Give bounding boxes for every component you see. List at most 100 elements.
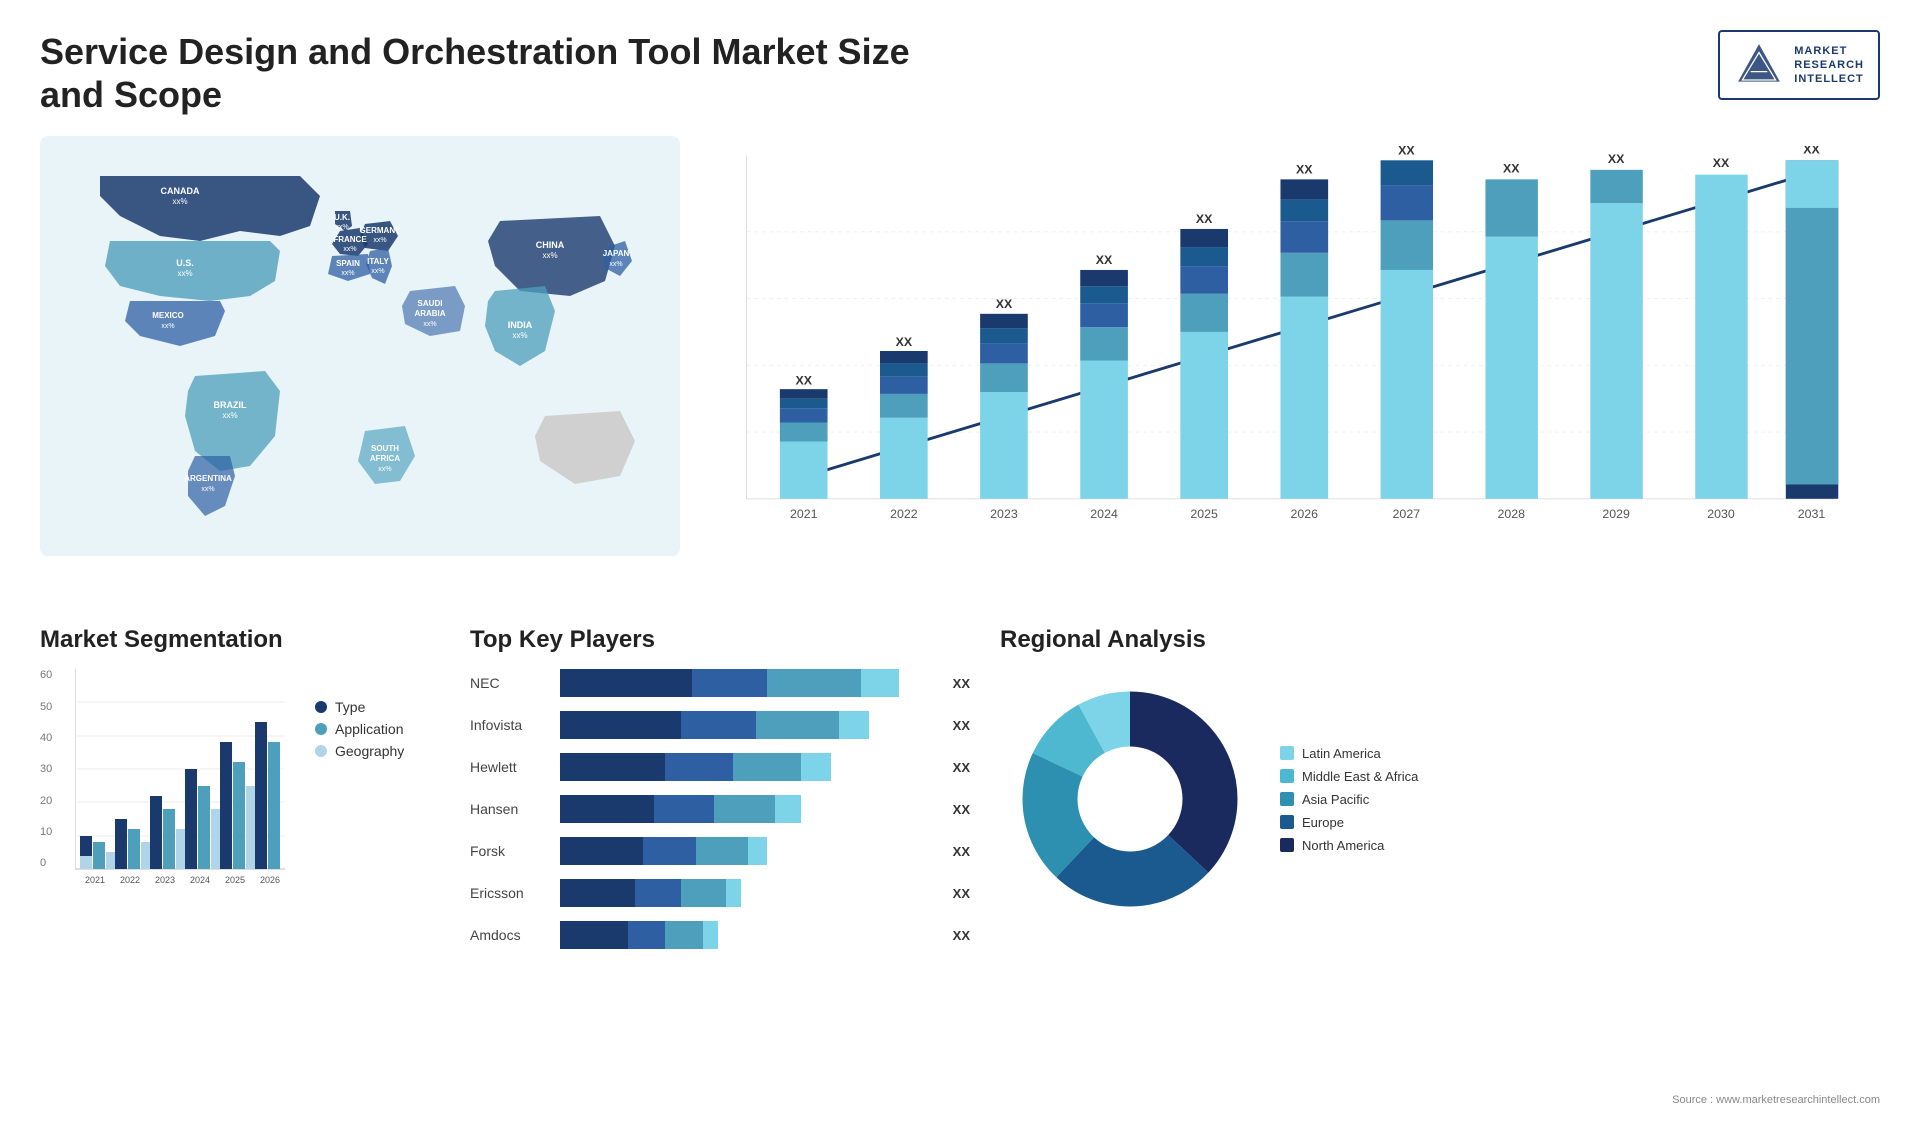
header: Service Design and Orchestration Tool Ma…: [40, 30, 1880, 116]
main-grid: CANADA xx% U.S. xx% MEXICO xx% BRAZIL xx…: [40, 136, 1880, 1086]
legend-application: Application: [315, 721, 404, 737]
svg-text:2021: 2021: [85, 875, 105, 885]
player-bar-seg4: [861, 669, 899, 697]
svg-text:ARABIA: ARABIA: [414, 309, 445, 318]
player-bar-seg2c: [665, 753, 733, 781]
player-bar-nec: [560, 669, 937, 697]
svg-text:xx%: xx%: [172, 197, 187, 206]
svg-text:U.K.: U.K.: [334, 213, 350, 222]
legend-label-europe: Europe: [1302, 815, 1344, 830]
svg-text:XX: XX: [1713, 156, 1730, 170]
player-row-amdocs: Amdocs XX: [470, 921, 970, 949]
svg-text:xx%: xx%: [341, 270, 354, 277]
svg-text:XX: XX: [996, 297, 1013, 311]
growth-chart-svg: XX 2021 XX 2022 XX 2023: [720, 146, 1860, 556]
player-bar-seg4b: [839, 711, 869, 739]
svg-text:ITALY: ITALY: [367, 257, 389, 266]
svg-text:JAPAN: JAPAN: [603, 249, 630, 258]
player-bar-seg1c: [560, 753, 665, 781]
legend-label-geography: Geography: [335, 743, 404, 759]
svg-text:BRAZIL: BRAZIL: [214, 400, 247, 410]
key-players-section: Top Key Players NEC XX Infovista: [470, 626, 970, 1086]
player-name-infovista: Infovista: [470, 717, 550, 733]
player-row-hewlett: Hewlett XX: [470, 753, 970, 781]
legend-dot-geography: [315, 745, 327, 757]
map-section: CANADA xx% U.S. xx% MEXICO xx% BRAZIL xx…: [40, 136, 680, 596]
legend-color-north-america: [1280, 838, 1294, 852]
logo-box: MARKET RESEARCH INTELLECT: [1718, 30, 1880, 100]
legend-type: Type: [315, 699, 404, 715]
player-name-hansen: Hansen: [470, 801, 550, 817]
player-row-ericsson: Ericsson XX: [470, 879, 970, 907]
bottom-grid: Market Segmentation 60 50 40 30 20 10 0: [40, 616, 1880, 1086]
player-bar-seg1f: [560, 879, 635, 907]
source-text: Source : www.marketresearchintellect.com: [1672, 1094, 1880, 1106]
player-xx-infovista: XX: [953, 718, 970, 733]
player-bar-seg2e: [643, 837, 696, 865]
player-xx-hansen: XX: [953, 802, 970, 817]
player-bar-seg4c: [801, 753, 831, 781]
legend-geography: Geography: [315, 743, 404, 759]
player-bar-seg2g: [628, 921, 666, 949]
player-bar-seg3d: [714, 795, 774, 823]
legend-label-north-america: North America: [1302, 838, 1384, 853]
svg-text:2031: 2031: [1798, 507, 1826, 521]
svg-text:xx%: xx%: [378, 466, 391, 473]
svg-text:ARGENTINA: ARGENTINA: [184, 474, 232, 483]
svg-text:2022: 2022: [120, 875, 140, 885]
svg-text:2021: 2021: [790, 507, 818, 521]
segmentation-section: Market Segmentation 60 50 40 30 20 10 0: [40, 626, 440, 1086]
legend-color-latin-america: [1280, 746, 1294, 760]
y-label-20: 20: [40, 795, 52, 807]
player-bar-seg3: [767, 669, 861, 697]
player-bar-seg1d: [560, 795, 654, 823]
svg-text:xx%: xx%: [335, 224, 348, 231]
legend-label-asia-pacific: Asia Pacific: [1302, 792, 1369, 807]
legend-label-type: Type: [335, 699, 365, 715]
player-xx-forsk: XX: [953, 844, 970, 859]
player-xx-amdocs: XX: [953, 928, 970, 943]
y-label-40: 40: [40, 732, 52, 744]
svg-text:xx%: xx%: [201, 486, 214, 493]
player-xx-ericsson: XX: [953, 886, 970, 901]
regional-title: Regional Analysis: [1000, 626, 1880, 654]
svg-text:2027: 2027: [1393, 507, 1421, 521]
player-name-amdocs: Amdocs: [470, 927, 550, 943]
key-players-title: Top Key Players: [470, 626, 970, 654]
logo-line1: MARKET: [1794, 44, 1864, 58]
player-xx-hewlett: XX: [953, 760, 970, 775]
player-bar-seg4d: [775, 795, 801, 823]
svg-text:2023: 2023: [990, 507, 1018, 521]
player-bar-hansen: [560, 795, 937, 823]
legend-color-mea: [1280, 769, 1294, 783]
svg-text:xx%: xx%: [343, 246, 356, 253]
page-container: Service Design and Orchestration Tool Ma…: [0, 0, 1920, 1146]
svg-text:xx%: xx%: [542, 251, 557, 260]
player-bar-seg1g: [560, 921, 628, 949]
svg-text:XX: XX: [1803, 146, 1820, 157]
svg-text:MEXICO: MEXICO: [152, 311, 184, 320]
y-label-30: 30: [40, 763, 52, 775]
svg-text:SOUTH: SOUTH: [371, 444, 399, 453]
svg-text:2026: 2026: [260, 875, 280, 885]
svg-text:XX: XX: [896, 336, 913, 350]
svg-text:xx%: xx%: [161, 323, 174, 330]
y-label-60: 60: [40, 669, 52, 681]
segmentation-title: Market Segmentation: [40, 626, 440, 654]
legend-europe: Europe: [1280, 815, 1418, 830]
player-bar-seg1: [560, 669, 692, 697]
legend-mea: Middle East & Africa: [1280, 769, 1418, 784]
player-name-hewlett: Hewlett: [470, 759, 550, 775]
player-bar-seg3g: [665, 921, 703, 949]
svg-text:XX: XX: [1296, 163, 1313, 177]
donut-legend: Latin America Middle East & Africa Asia …: [1280, 746, 1418, 853]
player-bar-seg2: [692, 669, 767, 697]
legend-color-europe: [1280, 815, 1294, 829]
svg-text:xx%: xx%: [222, 411, 237, 420]
svg-text:2030: 2030: [1707, 507, 1735, 521]
legend-dot-type: [315, 701, 327, 713]
player-row-nec: NEC XX: [470, 669, 970, 697]
player-list: NEC XX Infovista: [470, 669, 970, 949]
player-bar-seg2f: [635, 879, 680, 907]
svg-text:XX: XX: [1398, 146, 1415, 158]
